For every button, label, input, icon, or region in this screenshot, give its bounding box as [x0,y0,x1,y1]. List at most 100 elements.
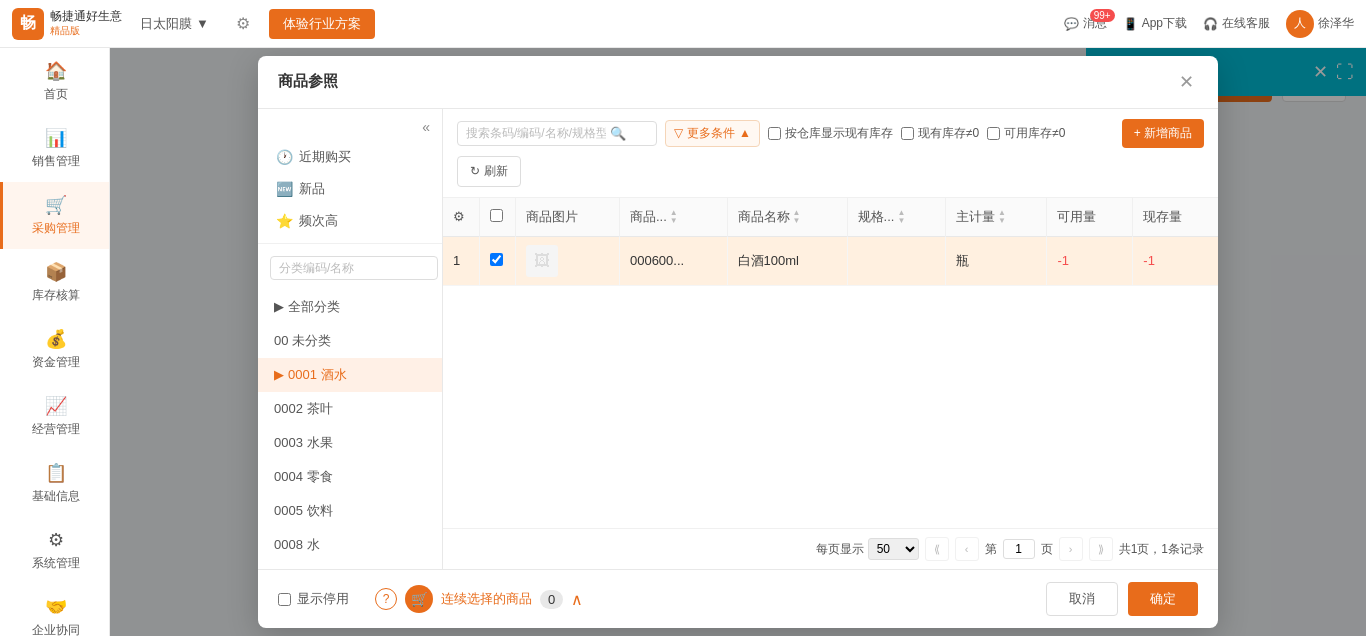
refresh-button[interactable]: ↻ 刷新 [457,156,521,187]
quick-items: 🕐 近期购买 🆕 新品 ⭐ 频次高 [258,141,442,237]
category-search-bar: 🔍 [258,250,442,286]
quick-item-frequent-label: 频次高 [299,212,338,230]
sidebar-item-enterprise[interactable]: 🤝 企业协同 [0,584,109,636]
footer-collapse-button[interactable]: ∧ [571,590,583,609]
prev-page-button[interactable]: ‹ [955,537,979,561]
continuous-label: 连续选择的商品 [441,590,532,608]
app-download-label: App下载 [1142,15,1187,32]
app-download-nav-item[interactable]: 📱 App下载 [1123,15,1187,32]
main-search-icon[interactable]: 🔍 [610,126,626,141]
td-index: 1 [443,236,479,285]
quick-item-recent[interactable]: 🕐 近期购买 [266,141,434,173]
online-service-nav-item[interactable]: 🎧 在线客服 [1203,15,1270,32]
cancel-button[interactable]: 取消 [1046,582,1118,616]
category-item-all[interactable]: ▶ 全部分类 [258,290,442,324]
th-spec-label: 规格... [858,208,895,226]
th-code: 商品... ▲▼ [619,198,727,237]
usable-checkbox[interactable] [987,127,1000,140]
category-item-tea[interactable]: 0002 茶叶 [258,392,442,426]
usable-checkbox-label[interactable]: 可用库存≠0 [987,125,1065,142]
td-stock: -1 [1133,236,1218,285]
user-name: 徐泽华 [1318,15,1354,32]
th-spec-sort[interactable]: 规格... ▲▼ [858,208,935,226]
per-page-dropdown[interactable]: 50 10 20 100 [868,538,919,560]
th-unit: 主计量 ▲▼ [946,198,1047,237]
available-checkbox-text: 现有库存≠0 [918,125,979,142]
th-code-sort[interactable]: 商品... ▲▼ [630,208,717,226]
product-thumbnail: 🖼 [526,245,558,277]
sidebar-item-inventory[interactable]: 📦 库存核算 [0,249,109,316]
logo-name: 畅捷通好生意 [50,9,122,25]
modal-close-button[interactable]: ✕ [1174,70,1198,94]
quick-item-frequent[interactable]: ⭐ 频次高 [266,205,434,237]
sidebar-item-operations[interactable]: 📈 经营管理 [0,383,109,450]
mobile-icon: 📱 [1123,17,1138,31]
available-checkbox-label[interactable]: 现有库存≠0 [901,125,979,142]
category-item-snacks[interactable]: 0004 零食 [258,460,442,494]
first-page-button[interactable]: ⟪ [925,537,949,561]
cta-button[interactable]: 体验行业方案 [269,9,375,39]
page-number-input[interactable] [1003,539,1035,559]
category-item-liquor-label: 0001 酒水 [288,366,347,384]
th-name: 商品名称 ▲▼ [727,198,847,237]
main-search-input[interactable] [466,126,606,140]
continuous-select-area: ? 🛒 连续选择的商品 0 ∧ [375,585,583,613]
category-item-appliances[interactable]: 0010 家电 [258,562,442,569]
help-icon[interactable]: ? [375,588,397,610]
category-item-liquor[interactable]: ▶ 0001 酒水 [258,358,442,392]
sidebar-item-finance[interactable]: 💰 资金管理 [0,316,109,383]
warehouse-checkbox-label[interactable]: 按仓库显示现有库存 [768,125,893,142]
category-item-water-label: 0008 水 [274,536,320,554]
refresh-icon: ↻ [470,164,480,178]
table-row[interactable]: 1 🖼 [443,236,1218,285]
table-settings-icon[interactable]: ⚙ [453,209,465,224]
th-name-sort[interactable]: 商品名称 ▲▼ [738,208,837,226]
show-disabled-label[interactable]: 显示停用 [278,590,349,608]
warehouse-checkbox[interactable] [768,127,781,140]
quick-item-new[interactable]: 🆕 新品 [266,173,434,205]
sidebar-item-system[interactable]: ⚙ 系统管理 [0,517,109,584]
nav-selector-label: 日太阳膜 [140,15,192,33]
category-item-water[interactable]: 0008 水 [258,528,442,562]
filter-button[interactable]: ▽ 更多条件 ▲ [665,120,760,147]
category-item-uncategorized[interactable]: 00 未分类 [258,324,442,358]
next-page-button[interactable]: › [1059,537,1083,561]
add-product-button[interactable]: + 新增商品 [1122,119,1204,148]
nav-selector[interactable]: 日太阳膜 ▼ [132,11,217,37]
filter-collapse-icon: ▲ [739,126,751,140]
show-disabled-checkbox[interactable] [278,593,291,606]
modal-dialog: 商品参照 ✕ « 🕐 近期购买 [258,56,1218,628]
category-item-drinks[interactable]: 0005 饮料 [258,494,442,528]
modal-overlay: 商品参照 ✕ « 🕐 近期购买 [110,48,1366,636]
sidebar-item-basic-info[interactable]: 📋 基础信息 [0,450,109,517]
th-available-label: 可用量 [1057,209,1096,224]
th-image-label: 商品图片 [526,209,578,224]
available-checkbox[interactable] [901,127,914,140]
sales-icon: 📊 [45,127,67,149]
collapse-left-button[interactable]: « [422,119,430,135]
top-nav: 畅 畅捷通好生意 精品版 日太阳膜 ▼ ⚙ 体验行业方案 💬 消息 99+ 📱 … [0,0,1366,48]
user-nav-item[interactable]: 人 徐泽华 [1286,10,1354,38]
messages-nav-item[interactable]: 💬 消息 99+ [1064,15,1107,32]
headset-icon: 🎧 [1203,17,1218,31]
sidebar-item-enterprise-label: 企业协同 [32,622,80,636]
right-panel: 🔍 ▽ 更多条件 ▲ 按仓库显示现有库存 [443,109,1218,569]
row-checkbox[interactable] [490,253,503,266]
sidebar-item-purchase[interactable]: 🛒 采购管理 [0,182,109,249]
toolbar: 🔍 ▽ 更多条件 ▲ 按仓库显示现有库存 [443,109,1218,198]
gear-button[interactable]: ⚙ [227,8,259,40]
category-item-fruit[interactable]: 0003 水果 [258,426,442,460]
sidebar-item-home[interactable]: 🏠 首页 [0,48,109,115]
th-spec: 规格... ▲▼ [847,198,945,237]
category-search-input[interactable] [270,256,438,280]
sidebar-item-home-label: 首页 [44,86,68,103]
logo-icon: 畅 [12,8,44,40]
select-all-checkbox[interactable] [490,209,503,222]
per-page-label: 每页显示 [816,541,864,558]
usable-checkbox-text: 可用库存≠0 [1004,125,1065,142]
confirm-button[interactable]: 确定 [1128,582,1198,616]
td-spec [847,236,945,285]
th-unit-sort[interactable]: 主计量 ▲▼ [956,208,1036,226]
sidebar-item-sales[interactable]: 📊 销售管理 [0,115,109,182]
last-page-button[interactable]: ⟫ [1089,537,1113,561]
